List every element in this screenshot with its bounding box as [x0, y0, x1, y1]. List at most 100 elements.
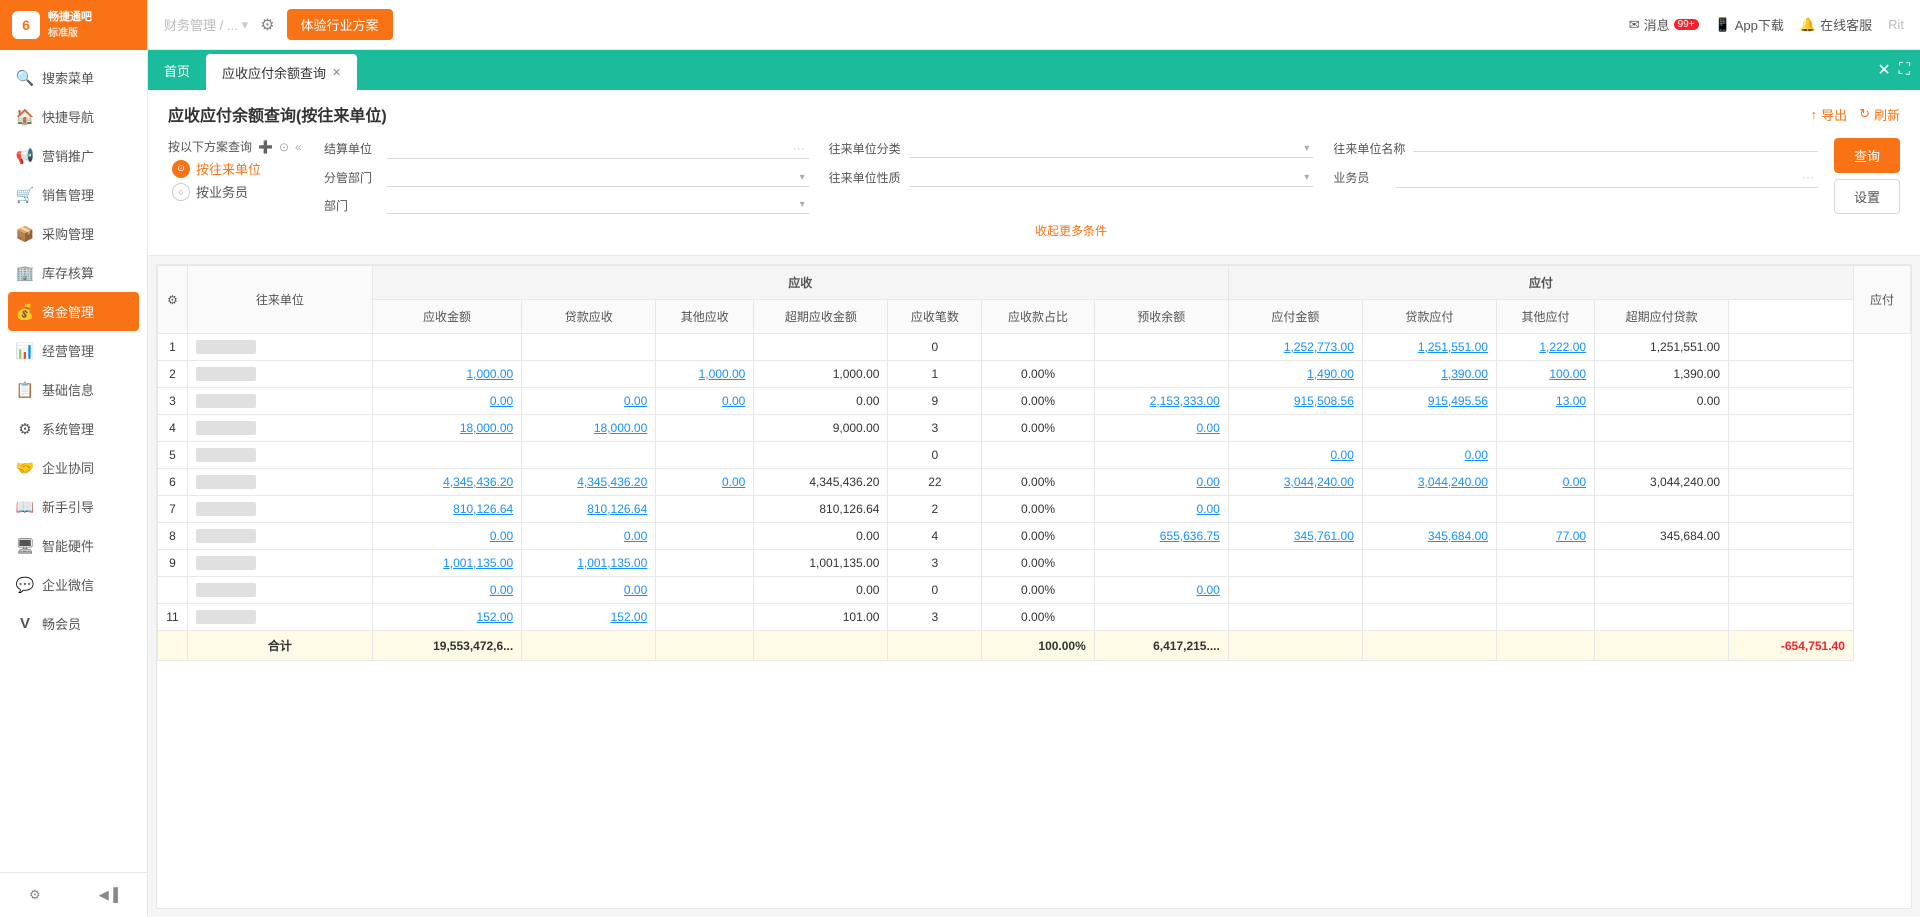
- settlement-input[interactable]: ···: [387, 138, 809, 159]
- ap-amount-cell[interactable]: 0.00: [1228, 442, 1362, 469]
- sidebar-item-wechat[interactable]: 💬 企业微信: [0, 565, 147, 604]
- sidebar-item-warehouse[interactable]: 🏢 库存核算: [0, 253, 147, 292]
- ap-amount-cell[interactable]: [1228, 415, 1362, 442]
- ap-loan-cell[interactable]: [1362, 577, 1496, 604]
- query-button[interactable]: 查询: [1834, 138, 1900, 173]
- message-button[interactable]: ✉ 消息 99+: [1629, 15, 1699, 34]
- tab-balance[interactable]: 应收应付余额查询 ✕: [206, 54, 357, 90]
- ar-other-cell[interactable]: [656, 604, 754, 631]
- ap-amount-cell[interactable]: [1228, 496, 1362, 523]
- ar-amount-cell[interactable]: 0.00: [372, 388, 521, 415]
- ar-loan-cell[interactable]: 1,001,135.00: [522, 550, 656, 577]
- ap-loan-cell[interactable]: 1,390.00: [1362, 361, 1496, 388]
- ar-other-cell[interactable]: [656, 523, 754, 550]
- prepaid-cell[interactable]: [1094, 361, 1228, 388]
- add-scheme-button[interactable]: ➕: [258, 140, 273, 154]
- ar-other-cell[interactable]: [656, 550, 754, 577]
- ap-other-cell[interactable]: 100.00: [1496, 361, 1594, 388]
- ar-other-cell[interactable]: [656, 415, 754, 442]
- user-info[interactable]: Rit: [1888, 17, 1904, 32]
- prepaid-cell[interactable]: [1094, 604, 1228, 631]
- sidebar-item-operations[interactable]: 📊 经营管理: [0, 331, 147, 370]
- ar-amount-cell[interactable]: 4,345,436.20: [372, 469, 521, 496]
- ar-amount-cell[interactable]: 0.00: [372, 523, 521, 550]
- sidebar-item-finance[interactable]: 💰 资金管理: [8, 292, 139, 331]
- sidebar-item-system[interactable]: ⚙ 系统管理: [0, 409, 147, 448]
- partner-name-input[interactable]: [1413, 145, 1818, 152]
- prepaid-cell[interactable]: [1094, 442, 1228, 469]
- footer-settings-button[interactable]: ⚙: [19, 881, 51, 909]
- ar-loan-cell[interactable]: [522, 361, 656, 388]
- ap-other-cell[interactable]: 77.00: [1496, 523, 1594, 550]
- ar-loan-cell[interactable]: 0.00: [522, 388, 656, 415]
- ap-loan-cell[interactable]: 1,251,551.00: [1362, 334, 1496, 361]
- prepaid-cell[interactable]: 0.00: [1094, 469, 1228, 496]
- refresh-button[interactable]: ↻ 刷新: [1859, 105, 1900, 124]
- ap-loan-cell[interactable]: 345,684.00: [1362, 523, 1496, 550]
- ar-other-cell[interactable]: [656, 334, 754, 361]
- ar-amount-cell[interactable]: [372, 334, 521, 361]
- ap-other-cell[interactable]: [1496, 604, 1594, 631]
- partner-type-select[interactable]: ▾: [909, 140, 1314, 158]
- settings-gear-button[interactable]: ⚙: [260, 15, 274, 35]
- tab-home[interactable]: 首页: [148, 50, 206, 90]
- ar-other-cell[interactable]: 0.00: [656, 388, 754, 415]
- ap-loan-cell[interactable]: [1362, 496, 1496, 523]
- sidebar-item-collab[interactable]: 🤝 企业协同: [0, 448, 147, 487]
- ar-amount-cell[interactable]: 152.00: [372, 604, 521, 631]
- prepaid-cell[interactable]: [1094, 550, 1228, 577]
- ap-other-cell[interactable]: [1496, 496, 1594, 523]
- ap-other-cell[interactable]: [1496, 415, 1594, 442]
- ar-loan-cell[interactable]: [522, 334, 656, 361]
- ar-other-cell[interactable]: [656, 577, 754, 604]
- dept-select[interactable]: ▾: [387, 196, 809, 214]
- partner-nature-select[interactable]: ▾: [909, 169, 1314, 187]
- ar-loan-cell[interactable]: 810,126.64: [522, 496, 656, 523]
- scheme-option-salesman[interactable]: ○ 按业务员: [168, 182, 308, 201]
- salesperson-input[interactable]: ···: [1396, 167, 1818, 188]
- ap-other-cell[interactable]: 0.00: [1496, 469, 1594, 496]
- sidebar-item-quicknav[interactable]: 🏠 快捷导航: [0, 97, 147, 136]
- sidebar-item-purchase[interactable]: 📦 采购管理: [0, 214, 147, 253]
- ap-loan-cell[interactable]: [1362, 604, 1496, 631]
- prepaid-cell[interactable]: 0.00: [1094, 496, 1228, 523]
- ap-amount-cell[interactable]: [1228, 577, 1362, 604]
- ap-amount-cell[interactable]: 345,761.00: [1228, 523, 1362, 550]
- scheme-option-partner[interactable]: ⊙ 按往来单位: [168, 159, 308, 178]
- prepaid-cell[interactable]: 0.00: [1094, 415, 1228, 442]
- ar-loan-cell[interactable]: 152.00: [522, 604, 656, 631]
- close-window-button[interactable]: ✕: [1877, 60, 1890, 80]
- ar-other-cell[interactable]: [656, 442, 754, 469]
- ap-amount-cell[interactable]: 1,252,773.00: [1228, 334, 1362, 361]
- sidebar-item-hardware[interactable]: 🖥 智能硬件: [0, 526, 147, 565]
- ap-other-cell[interactable]: 1,222.00: [1496, 334, 1594, 361]
- ap-loan-cell[interactable]: 3,044,240.00: [1362, 469, 1496, 496]
- ar-amount-cell[interactable]: [372, 442, 521, 469]
- maximize-button[interactable]: ⛶: [1899, 61, 1910, 79]
- scheme-settings-button[interactable]: ⊙: [279, 140, 289, 154]
- ap-loan-cell[interactable]: 915,495.56: [1362, 388, 1496, 415]
- ap-other-cell[interactable]: [1496, 442, 1594, 469]
- app-download-button[interactable]: 📱 App下载: [1715, 15, 1784, 34]
- ar-amount-cell[interactable]: 1,000.00: [372, 361, 521, 388]
- sidebar-item-basic[interactable]: 📋 基础信息: [0, 370, 147, 409]
- ar-loan-cell[interactable]: 0.00: [522, 523, 656, 550]
- sidebar-item-sales[interactable]: 🛒 销售管理: [0, 175, 147, 214]
- ap-other-cell[interactable]: 13.00: [1496, 388, 1594, 415]
- ap-amount-cell[interactable]: [1228, 550, 1362, 577]
- sidebar-item-marketing[interactable]: 📢 营销推广: [0, 136, 147, 175]
- table-settings-button[interactable]: 设置: [1834, 179, 1900, 214]
- ap-other-cell[interactable]: [1496, 550, 1594, 577]
- ar-other-cell[interactable]: [656, 496, 754, 523]
- ar-loan-cell[interactable]: 4,345,436.20: [522, 469, 656, 496]
- prepaid-cell[interactable]: 655,636.75: [1094, 523, 1228, 550]
- ap-loan-cell[interactable]: 0.00: [1362, 442, 1496, 469]
- footer-collapse-button[interactable]: ◀▐: [89, 881, 128, 909]
- ar-other-cell[interactable]: 0.00: [656, 469, 754, 496]
- sidebar-item-guide[interactable]: 📖 新手引导: [0, 487, 147, 526]
- export-button[interactable]: ↑ 导出: [1811, 105, 1848, 124]
- ar-amount-cell[interactable]: 1,001,135.00: [372, 550, 521, 577]
- ar-loan-cell[interactable]: [522, 442, 656, 469]
- ar-amount-cell[interactable]: 0.00: [372, 577, 521, 604]
- prepaid-cell[interactable]: 2,153,333.00: [1094, 388, 1228, 415]
